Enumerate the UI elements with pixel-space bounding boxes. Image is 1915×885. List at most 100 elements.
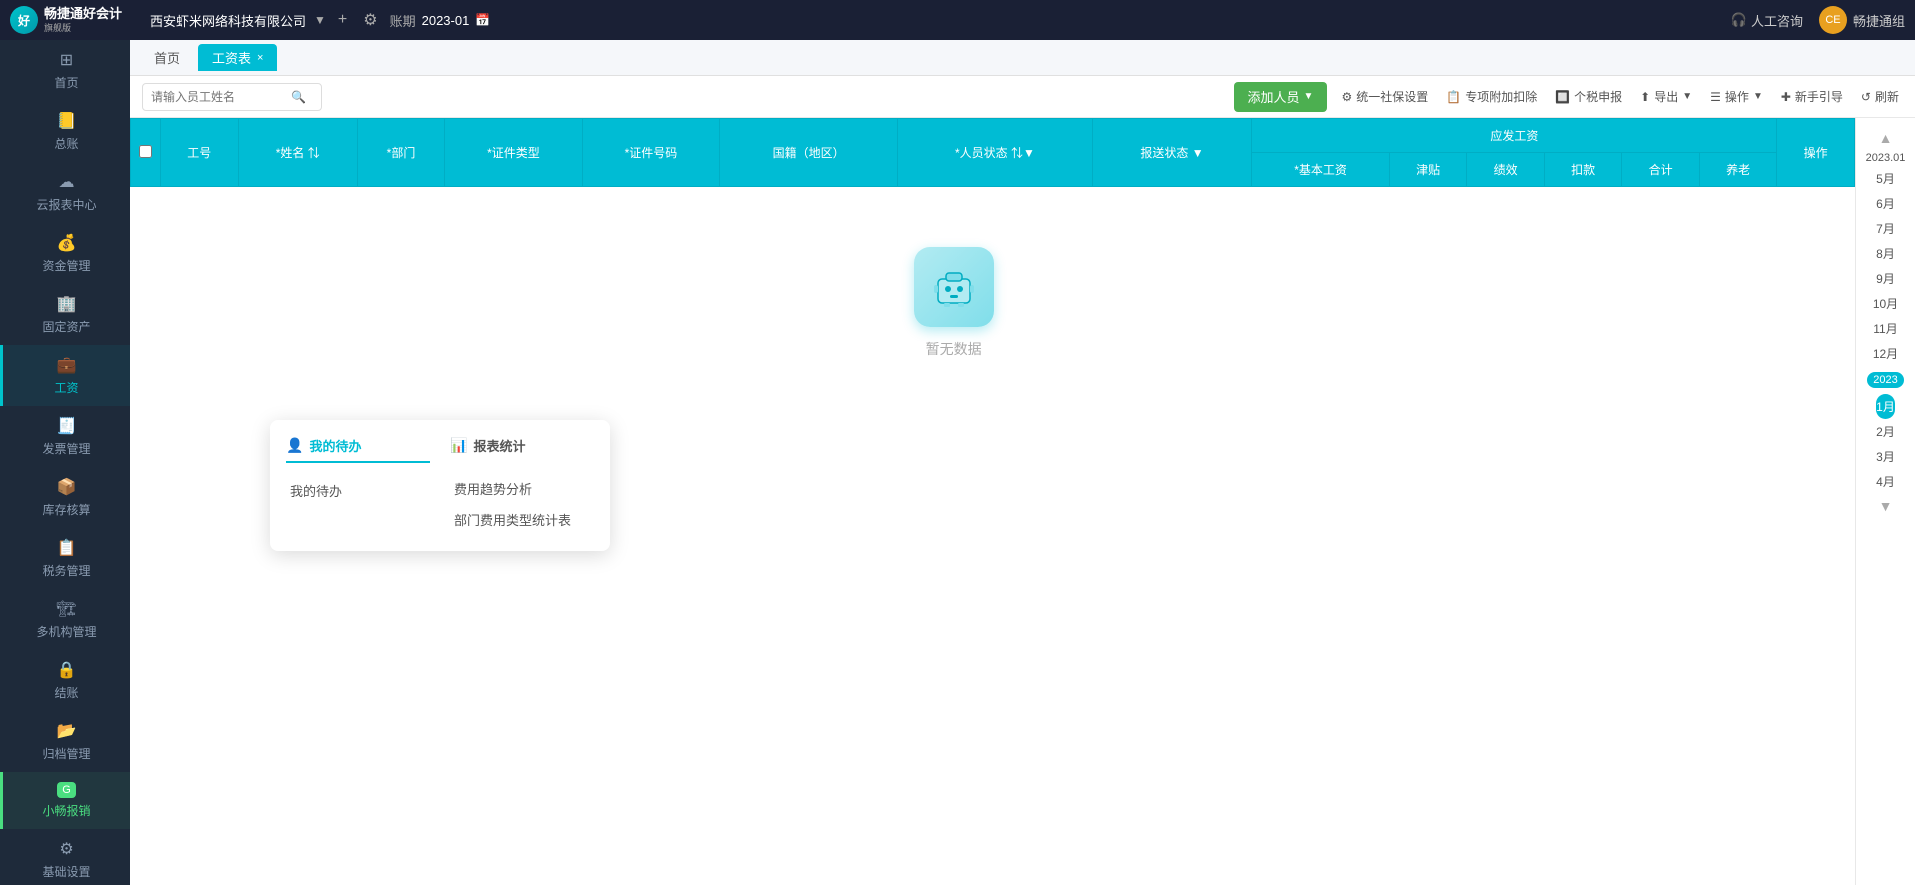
tax-report-button[interactable]: 🔲 个税申报: [1551, 88, 1626, 105]
timeline-nav-down[interactable]: ▼: [1875, 494, 1897, 518]
popup-section: 👤 我的待办 我的待办 📊 报表统计 费用趋势分析 部门费用类型统计表: [286, 436, 594, 535]
col-salary-group: 应发工资: [1252, 119, 1777, 153]
sidebar-label-salary: 工资: [54, 379, 78, 396]
calendar-icon[interactable]: 📅: [475, 13, 490, 27]
company-dropdown-icon[interactable]: ▼: [314, 13, 326, 27]
sidebar-item-invoice[interactable]: 🧾 发票管理: [0, 406, 130, 467]
timeline-month-3[interactable]: 3月: [1856, 444, 1915, 469]
home-icon: ⊞: [60, 50, 73, 70]
tab-home[interactable]: 首页: [140, 44, 194, 71]
xiaochang-icon: G: [57, 782, 76, 798]
search-input[interactable]: [151, 90, 291, 104]
timeline-month-9[interactable]: 9月: [1856, 266, 1915, 291]
sidebar-item-cloud-report[interactable]: ☁ 云报表中心: [0, 162, 130, 223]
timeline-nav-up[interactable]: ▲: [1875, 126, 1897, 150]
col-pension: 养老: [1699, 153, 1777, 187]
guide-button[interactable]: ✚ 新手引导: [1777, 88, 1847, 105]
operation-button[interactable]: ☰ 操作 ▼: [1706, 88, 1767, 105]
timeline-month-12[interactable]: 12月: [1856, 341, 1915, 366]
operation-icon: ☰: [1710, 90, 1721, 104]
building-icon: 🏢: [57, 294, 77, 314]
report-icon: 📊: [450, 437, 467, 454]
add-person-button[interactable]: 添加人员 ▼: [1234, 82, 1328, 112]
timeline-month-5[interactable]: 5月: [1856, 166, 1915, 191]
main-layout: ⊞ 首页 📒 总账 ☁ 云报表中心 💰 资金管理 🏢 固定资产 💼 工资 🧾 发…: [0, 40, 1915, 885]
sidebar-item-archive[interactable]: 📂 归档管理: [0, 711, 130, 772]
col-deduction: 扣款: [1544, 153, 1622, 187]
select-all-checkbox[interactable]: [139, 145, 152, 158]
operation-dropdown-icon: ▼: [1753, 91, 1763, 102]
social-security-button[interactable]: ⚙ 统一社保设置: [1337, 88, 1432, 105]
avatar: CE: [1819, 6, 1847, 34]
dropdown-popup: 👤 我的待办 我的待办 📊 报表统计 费用趋势分析 部门费用类型统计表: [270, 420, 610, 551]
timeline-month-2[interactable]: 2月: [1856, 419, 1915, 444]
service-button[interactable]: 🎧 人工咨询: [1731, 11, 1803, 30]
sidebar-item-closing[interactable]: 🔒 结账: [0, 650, 130, 711]
timeline-month-4[interactable]: 4月: [1856, 469, 1915, 494]
add-person-dropdown-icon: ▼: [1304, 91, 1314, 102]
refresh-button[interactable]: ↺ 刷新: [1857, 88, 1903, 105]
tax-icon: 📋: [57, 538, 77, 558]
tab-salary[interactable]: 工资表 ×: [198, 44, 277, 71]
tab-close-button[interactable]: ×: [257, 52, 263, 64]
timeline-month-1[interactable]: 1月: [1876, 394, 1895, 419]
sidebar-item-fund[interactable]: 💰 资金管理: [0, 223, 130, 284]
sidebar-item-inventory[interactable]: 📦 库存核算: [0, 467, 130, 528]
tab-bar: 首页 工资表 ×: [130, 40, 1915, 76]
period-area: 账期 2023-01 📅: [390, 11, 491, 30]
popup-todo-header[interactable]: 👤 我的待办: [286, 436, 430, 463]
user-area[interactable]: CE 畅捷通组: [1819, 6, 1905, 34]
timeline-month-6[interactable]: 6月: [1856, 191, 1915, 216]
sidebar-label-basic: 基础设置: [42, 863, 90, 880]
inventory-icon: 📦: [57, 477, 77, 497]
special-deduction-button[interactable]: 📋 专项附加扣除: [1442, 88, 1541, 105]
col-dept: *部门: [357, 119, 444, 187]
cloud-icon: ☁: [59, 172, 75, 192]
social-security-icon: ⚙: [1341, 90, 1352, 104]
empty-row: 暂无数据: [131, 187, 1855, 420]
sidebar-item-basic[interactable]: ⚙ 基础设置: [0, 829, 130, 885]
popup-dept-item[interactable]: 部门费用类型统计表: [450, 504, 594, 535]
col-allowance: 津贴: [1389, 153, 1467, 187]
timeline-month-8[interactable]: 8月: [1856, 241, 1915, 266]
add-company-button[interactable]: +: [334, 11, 351, 29]
sidebar-label-home: 首页: [54, 74, 78, 91]
refresh-icon: ↺: [1861, 90, 1871, 104]
timeline-month-7[interactable]: 7月: [1856, 216, 1915, 241]
sidebar-label-fixed-assets: 固定资产: [42, 318, 90, 335]
timeline-month-10[interactable]: 10月: [1856, 291, 1915, 316]
col-id-number: *证件号码: [582, 119, 720, 187]
company-area: 西安虾米网络科技有限公司 ▼ + ⚙ 账期 2023-01 📅: [140, 10, 1731, 30]
popup-col-report: 📊 报表统计 费用趋势分析 部门费用类型统计表: [450, 436, 594, 535]
sidebar-item-fixed-assets[interactable]: 🏢 固定资产: [0, 284, 130, 345]
popup-report-header[interactable]: 📊 报表统计: [450, 436, 594, 461]
archive-icon: 📂: [57, 721, 77, 741]
sidebar-item-salary[interactable]: 💼 工资: [0, 345, 130, 406]
empty-text: 暂无数据: [926, 339, 982, 359]
sidebar-item-general-ledger[interactable]: 📒 总账: [0, 101, 130, 162]
guide-icon2: ✚: [1781, 90, 1791, 104]
settings-icon: ⚙: [59, 839, 73, 859]
settings-button[interactable]: ⚙: [359, 10, 381, 30]
popup-col-todo: 👤 我的待办 我的待办: [286, 436, 430, 535]
col-report-status: 报送状态 ▼: [1092, 119, 1252, 187]
sidebar-item-multi-org[interactable]: 🏗 多机构管理: [0, 589, 130, 650]
sidebar-item-home[interactable]: ⊞ 首页: [0, 40, 130, 101]
salary-table: 工号 *姓名 ⇅ *部门 *证件类型 *证件号码 国籍（地区） *人员状态 ⇅▼…: [130, 118, 1855, 419]
sidebar-label-general-ledger: 总账: [54, 135, 78, 152]
salary-icon: 💼: [57, 355, 77, 375]
special-deduction-icon: 📋: [1446, 90, 1461, 104]
invoice-icon: 🧾: [57, 416, 77, 436]
export-dropdown-icon: ▼: [1682, 91, 1692, 102]
popup-trend-item[interactable]: 费用趋势分析: [450, 473, 594, 504]
company-name: 西安虾米网络科技有限公司: [150, 11, 306, 30]
export-icon: ⬆: [1640, 90, 1650, 104]
popup-my-todo-item[interactable]: 我的待办: [286, 475, 430, 506]
select-all-header[interactable]: [131, 119, 161, 187]
sidebar-label-xiaochang: 小畅报销: [42, 802, 90, 819]
export-button[interactable]: ⬆ 导出 ▼: [1636, 88, 1696, 105]
sidebar-item-xiaochang[interactable]: G 小畅报销: [0, 772, 130, 829]
logo-area: 好 畅捷通好会计 旗舰版: [10, 6, 140, 35]
timeline-month-11[interactable]: 11月: [1856, 316, 1915, 341]
sidebar-item-tax[interactable]: 📋 税务管理: [0, 528, 130, 589]
